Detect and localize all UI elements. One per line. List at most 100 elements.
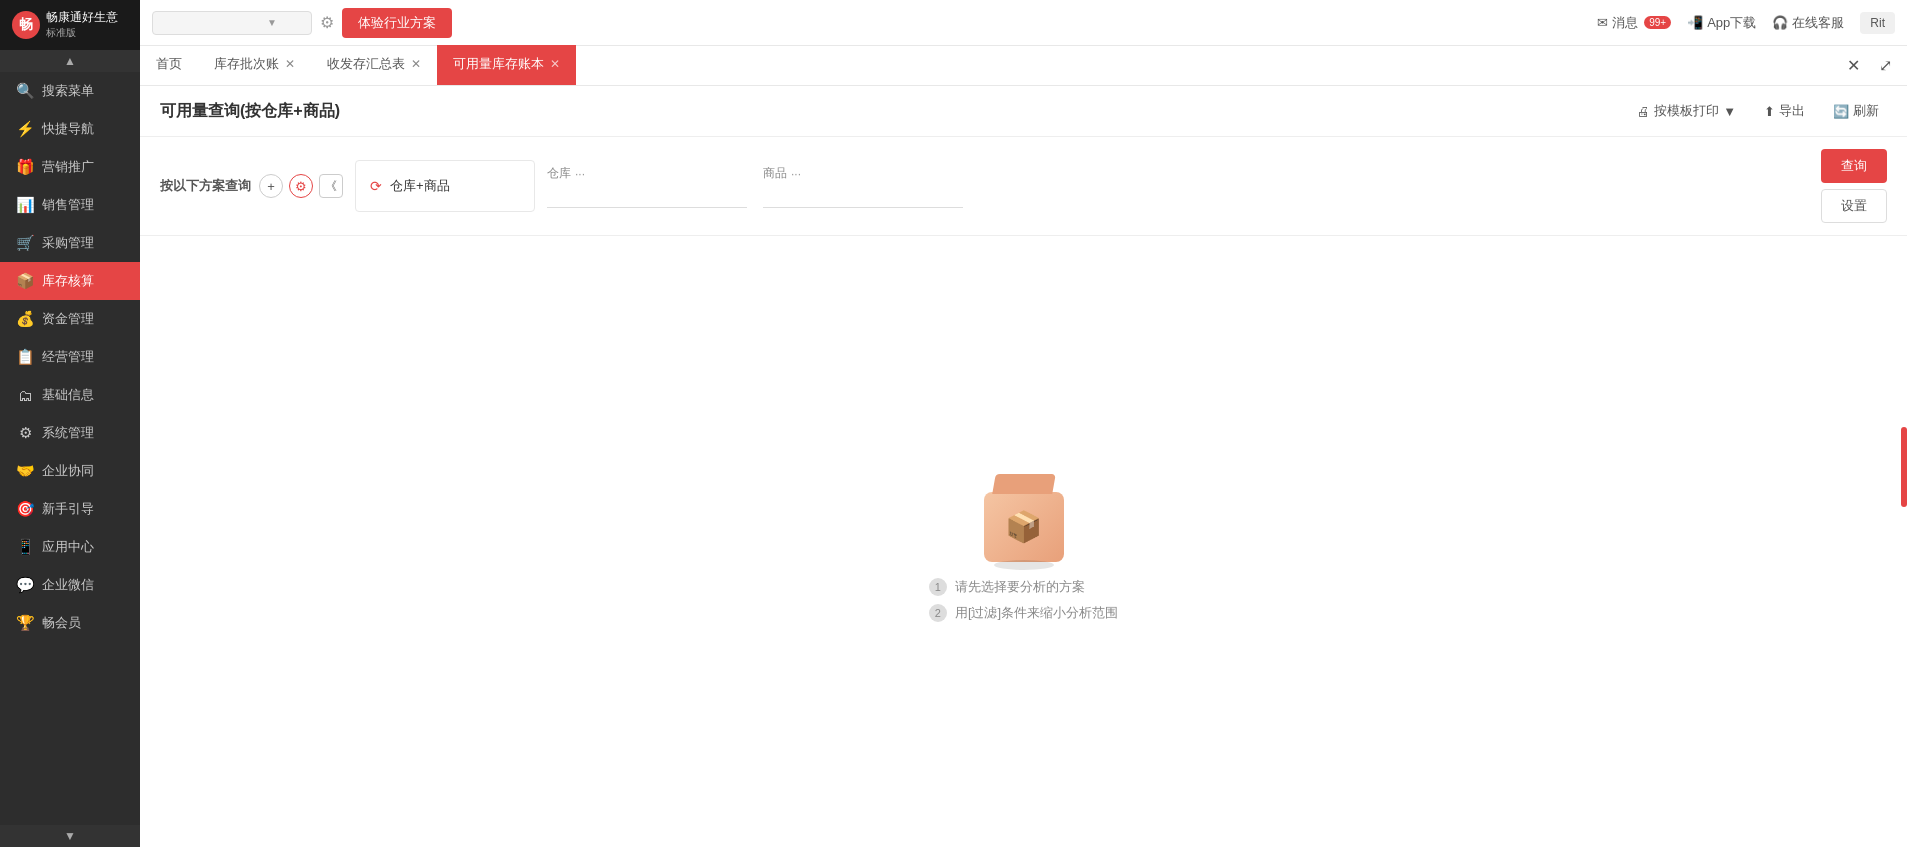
settings-scheme-btn[interactable]: ⚙ (289, 174, 313, 198)
scheme-panel: ⟳ 仓库+商品 (355, 160, 535, 212)
filter-fields: 仓库 ··· 商品 ··· (547, 165, 1809, 208)
settings-icon[interactable]: ⚙ (320, 13, 334, 32)
scheme-icon: ⟳ (370, 178, 382, 194)
sidebar-item-weixin[interactable]: 💬 企业微信 (0, 566, 140, 604)
empty-shadow (994, 560, 1054, 570)
tab-inventory-summary[interactable]: 收发存汇总表 ✕ (311, 45, 437, 85)
printer-icon: 🖨 (1637, 104, 1650, 119)
sidebar-scroll-down[interactable]: ▼ (0, 825, 140, 847)
print-btn[interactable]: 🖨 按模板打印 ▼ (1629, 98, 1744, 124)
industry-btn[interactable]: 体验行业方案 (342, 8, 452, 38)
empty-hint-2-text: 用[过滤]条件来缩小分析范围 (955, 604, 1118, 622)
sidebar-scroll-up[interactable]: ▲ (0, 50, 140, 72)
topbar: ▼ ⚙ 体验行业方案 ✉ 消息 99+ 📲 App下载 🎧 在线客服 Rit (140, 0, 1907, 46)
app-download-action[interactable]: 📲 App下载 (1687, 14, 1756, 32)
tab-label: 收发存汇总表 (327, 55, 405, 73)
box-face-icon: 📦 (1005, 509, 1042, 544)
tabsbar-right-actions: ✕ ⤢ (1839, 45, 1907, 85)
tab-close-icon[interactable]: ✕ (550, 57, 560, 71)
right-scrollbar[interactable] (1901, 427, 1907, 507)
chart-icon: 📊 (16, 196, 34, 214)
user-name: Rit (1870, 16, 1885, 30)
topbar-search-area[interactable]: ▼ (152, 11, 312, 35)
sidebar-item-finance[interactable]: 💰 资金管理 (0, 300, 140, 338)
tab-label: 可用量库存账本 (453, 55, 544, 73)
sidebar-item-label: 畅会员 (42, 614, 81, 632)
sidebar-item-member[interactable]: 🏆 畅会员 (0, 604, 140, 642)
app-download-label: App下载 (1707, 14, 1756, 32)
empty-state: 📦 1 请先选择要分析的方案 2 用[过滤]条件来缩小分析范围 (140, 236, 1907, 847)
message-icon: ✉ (1597, 15, 1608, 30)
page-content: 可用量查询(按仓库+商品) 🖨 按模板打印 ▼ ⬆ 导出 🔄 刷新 (140, 86, 1907, 847)
sidebar-item-operations[interactable]: 📋 经营管理 (0, 338, 140, 376)
warehouse-input[interactable] (547, 184, 747, 208)
scheme-name: 仓库+商品 (390, 177, 450, 195)
search-icon: 🔍 (16, 82, 34, 100)
sidebar-item-app-center[interactable]: 📱 应用中心 (0, 528, 140, 566)
tab-close-icon[interactable]: ✕ (285, 57, 295, 71)
refresh-icon: 🔄 (1833, 104, 1849, 119)
chat-icon: 💬 (16, 576, 34, 594)
sidebar-item-newbie[interactable]: 🎯 新手引导 (0, 490, 140, 528)
settings-button[interactable]: 设置 (1821, 189, 1887, 223)
print-label: 按模板打印 (1654, 102, 1719, 120)
sidebar-item-purchase[interactable]: 🛒 采购管理 (0, 224, 140, 262)
user-menu[interactable]: Rit (1860, 12, 1895, 34)
empty-hints: 1 请先选择要分析的方案 2 用[过滤]条件来缩小分析范围 (929, 578, 1118, 622)
tab-available-account[interactable]: 可用量库存账本 ✕ (437, 45, 576, 85)
close-tab-btn[interactable]: ✕ (1839, 51, 1867, 79)
sidebar-item-label: 新手引导 (42, 500, 94, 518)
sidebar-logo: 畅 畅康通好生意 标准版 (0, 0, 140, 50)
product-more-btn[interactable]: ··· (791, 167, 801, 181)
online-service-label: 在线客服 (1792, 14, 1844, 32)
sidebar-item-label: 经营管理 (42, 348, 94, 366)
refresh-btn[interactable]: 🔄 刷新 (1825, 98, 1887, 124)
phone-download-icon: 📲 (1687, 15, 1703, 30)
sidebar-item-shortcut[interactable]: ⚡ 快捷导航 (0, 110, 140, 148)
chevron-down-icon[interactable]: ▼ (267, 17, 277, 28)
tab-close-icon[interactable]: ✕ (411, 57, 421, 71)
empty-hint-1: 1 请先选择要分析的方案 (929, 578, 1118, 596)
sidebar-item-label: 销售管理 (42, 196, 94, 214)
tab-batch-account[interactable]: 库存批次账 ✕ (198, 45, 311, 85)
clipboard-icon: 📋 (16, 348, 34, 366)
box-icon: 📦 (16, 272, 34, 290)
tab-label: 库存批次账 (214, 55, 279, 73)
sidebar-item-system[interactable]: ⚙ 系统管理 (0, 414, 140, 452)
warehouse-more-btn[interactable]: ··· (575, 167, 585, 181)
sidebar-item-label: 库存核算 (42, 272, 94, 290)
product-input[interactable] (763, 184, 963, 208)
sidebar-item-sales[interactable]: 📊 销售管理 (0, 186, 140, 224)
refresh-label: 刷新 (1853, 102, 1879, 120)
query-button[interactable]: 查询 (1821, 149, 1887, 183)
content-wrapper: 可用量查询(按仓库+商品) 🖨 按模板打印 ▼ ⬆ 导出 🔄 刷新 (140, 86, 1907, 847)
phone-icon: 📱 (16, 538, 34, 556)
online-service-action[interactable]: 🎧 在线客服 (1772, 14, 1844, 32)
filter-label: 按以下方案查询 (160, 177, 251, 195)
headset-icon: 🎧 (1772, 15, 1788, 30)
print-chevron-icon[interactable]: ▼ (1723, 104, 1736, 119)
topbar-actions: ✉ 消息 99+ 📲 App下载 🎧 在线客服 Rit (1597, 12, 1895, 34)
tab-home[interactable]: 首页 (140, 45, 198, 85)
sidebar-item-search[interactable]: 🔍 搜索菜单 (0, 72, 140, 110)
main-content: ▼ ⚙ 体验行业方案 ✉ 消息 99+ 📲 App下载 🎧 在线客服 Rit (140, 0, 1907, 847)
sidebar-item-marketing[interactable]: 🎁 营销推广 (0, 148, 140, 186)
sidebar-menu: 🔍 搜索菜单 ⚡ 快捷导航 🎁 营销推广 📊 销售管理 🛒 采购管理 📦 库存核… (0, 72, 140, 825)
filter-area: 按以下方案查询 + ⚙ 《 ⟳ 仓库+商品 (140, 137, 1907, 236)
add-scheme-btn[interactable]: + (259, 174, 283, 198)
gift-icon: 🎁 (16, 158, 34, 176)
export-label: 导出 (1779, 102, 1805, 120)
topbar-search-input[interactable] (161, 16, 261, 30)
expand-tab-btn[interactable]: ⤢ (1871, 51, 1899, 79)
collapse-btn[interactable]: 《 (319, 174, 343, 198)
sidebar-item-enterprise[interactable]: 🤝 企业协同 (0, 452, 140, 490)
message-label: 消息 (1612, 14, 1638, 32)
scheme-item[interactable]: ⟳ 仓库+商品 (356, 169, 534, 203)
sidebar-item-inventory[interactable]: 📦 库存核算 (0, 262, 140, 300)
empty-box: 📦 (984, 492, 1064, 562)
message-action[interactable]: ✉ 消息 99+ (1597, 14, 1671, 32)
sidebar-item-base-info[interactable]: 🗂 基础信息 (0, 376, 140, 414)
warehouse-label: 仓库 (547, 165, 571, 182)
export-btn[interactable]: ⬆ 导出 (1756, 98, 1813, 124)
sidebar-item-label: 基础信息 (42, 386, 94, 404)
